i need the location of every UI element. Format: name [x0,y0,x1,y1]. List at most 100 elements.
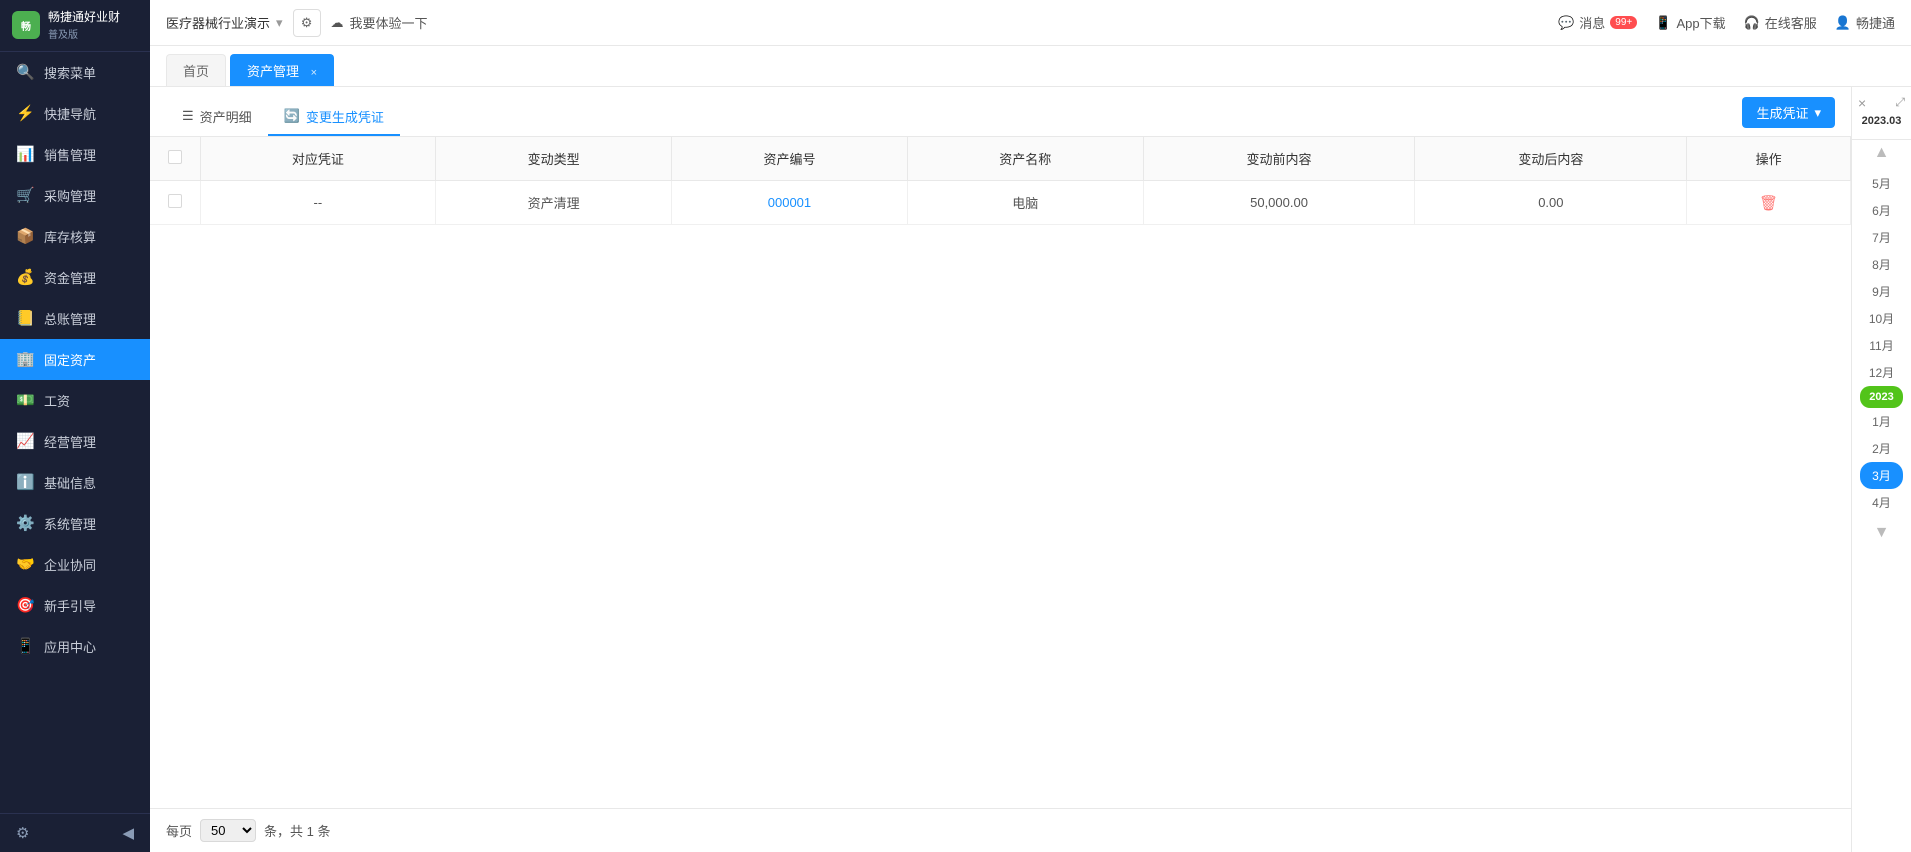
sidebar-nav: 🔍 搜索菜单 ⚡ 快捷导航 📊 销售管理 🛒 采购管理 📦 库存核算 💰 资金管… [0,52,150,813]
tab-asset-management[interactable]: 资产管理 × [230,54,334,86]
online-service-action[interactable]: 🎧 在线客服 [1744,13,1817,32]
sidebar-item-collab[interactable]: 🤝 企业协同 [0,544,150,585]
right-panel-header: × ⤢ 2023.03 [1852,87,1911,140]
change-voucher-label: 变更生成凭证 [306,107,384,126]
rp-close-icon[interactable]: × [1858,95,1866,111]
tab-close-icon[interactable]: × [311,67,317,79]
company-caret-icon: ▾ [276,15,283,31]
sub-tab-change-voucher[interactable]: 🔄 变更生成凭证 [268,99,400,136]
sub-tab-asset-detail[interactable]: ☰ 资产明细 [166,99,268,136]
settings-bottom-icon[interactable]: ⚙ [16,824,29,842]
app-download-label: App下载 [1676,13,1725,32]
timeline-item-9[interactable]: 1月 [1852,408,1911,435]
user-action[interactable]: 👤 畅捷通 [1835,13,1895,32]
top-header: 医疗器械行业演示 ▾ ⚙ ☁ 我要体验一下 💬 消息 99+ 📱 App下载 🎧… [150,0,1911,46]
sidebar-item-operations[interactable]: 📈 经营管理 [0,421,150,462]
generate-voucher-button[interactable]: 生成凭证 ▾ [1742,97,1835,128]
timeline-item-5[interactable]: 10月 [1852,305,1911,332]
sidebar-label-system: 系统管理 [44,514,96,533]
timeline-item-12[interactable]: 4月 [1852,489,1911,516]
cell-change-type-0: 资产清理 [436,181,672,225]
sidebar-label-operations: 经营管理 [44,432,96,451]
logo-icon: 畅 [12,11,40,39]
timeline-item-7[interactable]: 12月 [1852,359,1911,386]
col-checkbox [150,137,200,181]
asset-table: 对应凭证 变动类型 资产编号 资产名称 变动前内容 变动后内容 操作 -- 资产… [150,137,1851,225]
experience-button[interactable]: ☁ 我要体验一下 [331,13,428,32]
timeline-item-10[interactable]: 2月 [1852,435,1911,462]
sidebar-item-fixed-assets[interactable]: 🏢 固定资产 [0,339,150,380]
sidebar-item-purchase[interactable]: 🛒 采购管理 [0,175,150,216]
sidebar-icon-salary: 💵 [16,391,34,409]
timeline-item-4[interactable]: 9月 [1852,278,1911,305]
timeline-item-0[interactable]: 5月 [1852,170,1911,197]
generate-caret-icon: ▾ [1814,105,1821,121]
header-checkbox[interactable] [168,150,182,164]
sub-tabs-right: 生成凭证 ▾ [1742,97,1835,136]
sidebar-logo: 畅 畅捷通好业财 普及版 [0,0,150,52]
message-action[interactable]: 💬 消息 99+ [1558,13,1637,32]
sidebar-item-sales[interactable]: 📊 销售管理 [0,134,150,175]
message-badge: 99+ [1610,16,1637,29]
page-size-select[interactable]: 10 20 50 100 [200,819,256,842]
company-selector[interactable]: 医疗器械行业演示 ▾ [166,13,283,32]
sidebar-item-system[interactable]: ⚙️ 系统管理 [0,503,150,544]
col-change-type: 变动类型 [436,137,672,181]
cell-asset-code-0: 000001 [672,181,908,225]
table-header-row: 对应凭证 变动类型 资产编号 资产名称 变动前内容 变动后内容 操作 [150,137,1851,181]
col-after: 变动后内容 [1415,137,1687,181]
timeline-item-2[interactable]: 7月 [1852,224,1911,251]
timeline-item-11[interactable]: 3月 [1860,462,1903,489]
timeline-down-arrow[interactable]: ▼ [1874,520,1890,546]
sidebar-icon-funds: 💰 [16,268,34,286]
sidebar-item-app-center[interactable]: 📱 应用中心 [0,626,150,667]
timeline-item-1[interactable]: 6月 [1852,197,1911,224]
tab-asset-management-label: 资产管理 [247,64,299,79]
sidebar-label-collab: 企业协同 [44,555,96,574]
row-checkbox-0[interactable] [168,194,182,208]
sidebar-icon-system: ⚙️ [16,514,34,532]
timeline-item-6[interactable]: 11月 [1852,332,1911,359]
user-avatar-icon: 👤 [1835,15,1851,31]
main-panel: ☰ 资产明细 🔄 变更生成凭证 生成凭证 ▾ [150,87,1851,852]
rp-expand-icon[interactable]: ⤢ [1895,95,1905,111]
header-left: 医疗器械行业演示 ▾ ⚙ ☁ 我要体验一下 [166,9,428,37]
sidebar-item-funds[interactable]: 💰 资金管理 [0,257,150,298]
sidebar-icon-ledger: 📒 [16,309,34,327]
logo-subtitle: 普及版 [48,26,120,41]
app-icon: 📱 [1655,15,1671,31]
sidebar-item-salary[interactable]: 💵 工资 [0,380,150,421]
sidebar-item-base-info[interactable]: ℹ️ 基础信息 [0,462,150,503]
sidebar-label-inventory: 库存核算 [44,227,96,246]
asset-detail-icon: ☰ [182,108,194,124]
sidebar-icon-search: 🔍 [16,63,34,81]
right-panel: × ⤢ 2023.03 ▲ 5月6月7月8月9月10月11月12月20231月2… [1851,87,1911,852]
cloud-icon: ☁ [331,15,344,31]
timeline-up-arrow[interactable]: ▲ [1874,140,1890,166]
sidebar-icon-purchase: 🛒 [16,186,34,204]
sidebar-item-quick-nav[interactable]: ⚡ 快捷导航 [0,93,150,134]
sidebar-icon-operations: 📈 [16,432,34,450]
per-page-label: 每页 [166,821,192,840]
cell-checkbox-0 [150,181,200,225]
sidebar-item-guide[interactable]: 🎯 新手引导 [0,585,150,626]
sidebar-item-search[interactable]: 🔍 搜索菜单 [0,52,150,93]
sidebar-item-inventory[interactable]: 📦 库存核算 [0,216,150,257]
tab-home[interactable]: 首页 [166,54,226,86]
content-wrapper: ☰ 资产明细 🔄 变更生成凭证 生成凭证 ▾ [150,87,1911,852]
table-container: 对应凭证 变动类型 资产编号 资产名称 变动前内容 变动后内容 操作 -- 资产… [150,137,1851,808]
tab-home-label: 首页 [183,64,209,79]
change-voucher-icon: 🔄 [284,108,300,124]
timeline-item-8[interactable]: 2023 [1860,386,1903,408]
sidebar-label-funds: 资金管理 [44,268,96,287]
pagination: 每页 10 20 50 100 条，共 1 条 [150,808,1851,852]
app-download-action[interactable]: 📱 App下载 [1655,13,1725,32]
sidebar-bottom: ⚙ ◀ [0,813,150,852]
delete-icon-0[interactable]: 🗑 [1759,195,1778,212]
cell-before-0: 50,000.00 [1143,181,1415,225]
sidebar-item-ledger[interactable]: 📒 总账管理 [0,298,150,339]
sidebar-label-base-info: 基础信息 [44,473,96,492]
timeline-item-3[interactable]: 8月 [1852,251,1911,278]
header-settings-icon[interactable]: ⚙ [293,9,321,37]
collapse-icon[interactable]: ◀ [122,824,134,842]
